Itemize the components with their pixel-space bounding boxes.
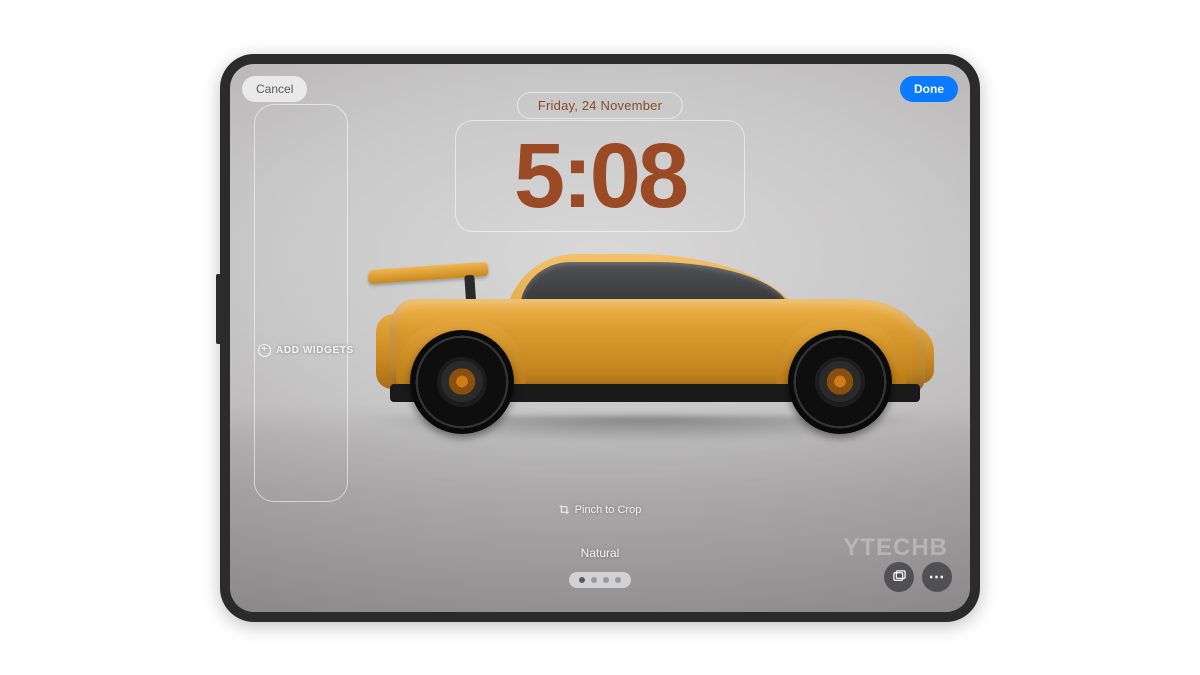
time-widget[interactable]: 5:08 <box>455 120 745 232</box>
page-dot <box>579 577 585 583</box>
page-dot <box>603 577 609 583</box>
plus-circle-icon: + <box>258 344 271 357</box>
pinch-to-crop-hint: Pinch to Crop <box>559 504 642 516</box>
crop-hint-text: Pinch to Crop <box>575 504 642 516</box>
ipad-device-frame: Cancel Done Friday, 24 November 5:08 + A… <box>220 54 980 622</box>
add-widgets-button[interactable]: + ADD WIDGETS <box>258 344 354 357</box>
lockscreen-editor: Cancel Done Friday, 24 November 5:08 + A… <box>230 64 970 612</box>
filter-name: Natural <box>581 546 620 560</box>
done-button[interactable]: Done <box>900 76 958 102</box>
add-widgets-label: ADD WIDGETS <box>276 345 354 356</box>
cancel-button-label: Cancel <box>256 83 293 95</box>
page-dot <box>591 577 597 583</box>
date-text: Friday, 24 November <box>538 98 662 113</box>
widget-panel-slot[interactable] <box>254 104 348 502</box>
wallpaper-car <box>350 244 940 434</box>
time-text: 5:08 <box>514 130 686 222</box>
watermark-text: YTECHB <box>843 534 948 562</box>
gallery-icon <box>892 569 907 584</box>
crop-icon <box>559 504 570 515</box>
date-widget[interactable]: Friday, 24 November <box>517 92 683 119</box>
done-button-label: Done <box>914 83 944 95</box>
filter-page-indicator[interactable] <box>569 572 631 588</box>
more-icon: ⋯ <box>929 567 946 587</box>
more-options-button[interactable]: ⋯ <box>922 562 952 592</box>
page-dot <box>615 577 621 583</box>
cancel-button[interactable]: Cancel <box>242 76 307 102</box>
photo-shuffle-button[interactable] <box>884 562 914 592</box>
